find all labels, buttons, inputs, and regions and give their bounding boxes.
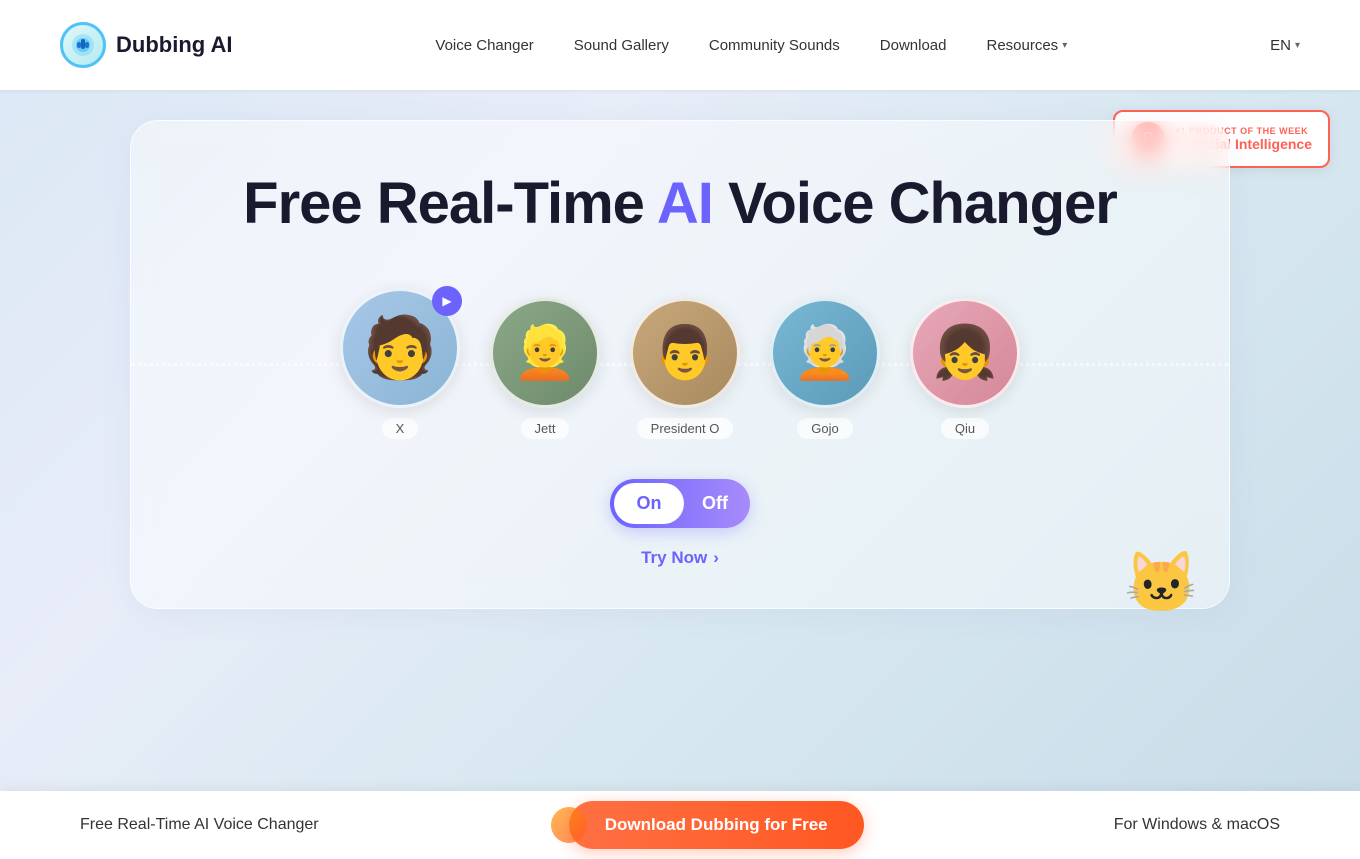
hero-section: P #1 PRODUCT OF THE WEEK Artificial Inte… bbox=[0, 90, 1360, 810]
logo-svg bbox=[70, 32, 96, 58]
avatar-label-x: X bbox=[382, 418, 419, 439]
avatar-label-gojo: Gojo bbox=[797, 418, 852, 439]
navbar: Dubbing AI Voice Changer Sound Gallery C… bbox=[0, 0, 1360, 90]
mascot-icon: 🐱 bbox=[1124, 547, 1199, 618]
avatar-wrapper-gojo: 🧑‍🦳 bbox=[770, 298, 880, 408]
avatar-wrapper-president: 👨 bbox=[630, 298, 740, 408]
bottom-right-text: For Windows & macOS bbox=[1114, 816, 1280, 834]
avatar-item-x[interactable]: 🧑 ▶ X bbox=[340, 288, 460, 439]
download-cta-button[interactable]: Download Dubbing for Free bbox=[569, 801, 864, 849]
avatar-wrapper-jett: 👱 bbox=[490, 298, 600, 408]
logo[interactable]: Dubbing AI bbox=[60, 22, 233, 68]
avatar-wrapper-x: 🧑 ▶ bbox=[340, 288, 460, 408]
play-button-x[interactable]: ▶ bbox=[432, 286, 462, 316]
hero-card: Free Real-Time AI Voice Changer 🧑 ▶ X bbox=[130, 120, 1230, 609]
avatar-circle-jett: 👱 bbox=[490, 298, 600, 408]
nav-item-download[interactable]: Download bbox=[880, 37, 947, 54]
logo-text: Dubbing AI bbox=[116, 32, 233, 58]
nav-item-voice-changer[interactable]: Voice Changer bbox=[435, 37, 533, 54]
try-now-link[interactable]: Try Now › bbox=[641, 548, 719, 568]
bottom-bar: Free Real-Time AI Voice Changer Download… bbox=[0, 791, 1360, 859]
try-now-arrow-icon: › bbox=[713, 548, 719, 568]
toggle-off-label: Off bbox=[684, 483, 746, 524]
nav-item-community-sounds[interactable]: Community Sounds bbox=[709, 37, 840, 54]
avatar-circle-qiu: 👧 bbox=[910, 298, 1020, 408]
logo-icon bbox=[60, 22, 106, 68]
avatars-row: 🧑 ▶ X 👱 Jett 👨 bbox=[191, 288, 1169, 439]
avatar-label-qiu: Qiu bbox=[941, 418, 989, 439]
nav-item-resources[interactable]: Resources ▾ bbox=[986, 37, 1067, 54]
resources-chevron-icon: ▾ bbox=[1062, 40, 1067, 51]
avatar-item-president[interactable]: 👨 President O bbox=[630, 298, 740, 439]
avatar-item-gojo[interactable]: 🧑‍🦳 Gojo bbox=[770, 298, 880, 439]
avatar-circle-president: 👨 bbox=[630, 298, 740, 408]
nav-right: EN ▾ bbox=[1270, 37, 1300, 54]
avatar-item-qiu[interactable]: 👧 Qiu bbox=[910, 298, 1020, 439]
toggle-on-label: On bbox=[614, 483, 684, 524]
hero-title: Free Real-Time AI Voice Changer bbox=[191, 171, 1169, 238]
on-off-toggle[interactable]: On Off bbox=[610, 479, 750, 528]
nav-links: Voice Changer Sound Gallery Community So… bbox=[435, 37, 1067, 54]
nav-item-sound-gallery[interactable]: Sound Gallery bbox=[574, 37, 669, 54]
avatar-label-jett: Jett bbox=[521, 418, 570, 439]
avatar-wrapper-qiu: 👧 bbox=[910, 298, 1020, 408]
avatar-item-jett[interactable]: 👱 Jett bbox=[490, 298, 600, 439]
toggle-section: On Off Try Now › bbox=[191, 479, 1169, 568]
avatar-label-president: President O bbox=[637, 418, 734, 439]
lang-chevron-icon: ▾ bbox=[1295, 40, 1300, 51]
bottom-left-text: Free Real-Time AI Voice Changer bbox=[80, 816, 319, 834]
language-selector[interactable]: EN ▾ bbox=[1270, 37, 1300, 54]
avatar-circle-gojo: 🧑‍🦳 bbox=[770, 298, 880, 408]
